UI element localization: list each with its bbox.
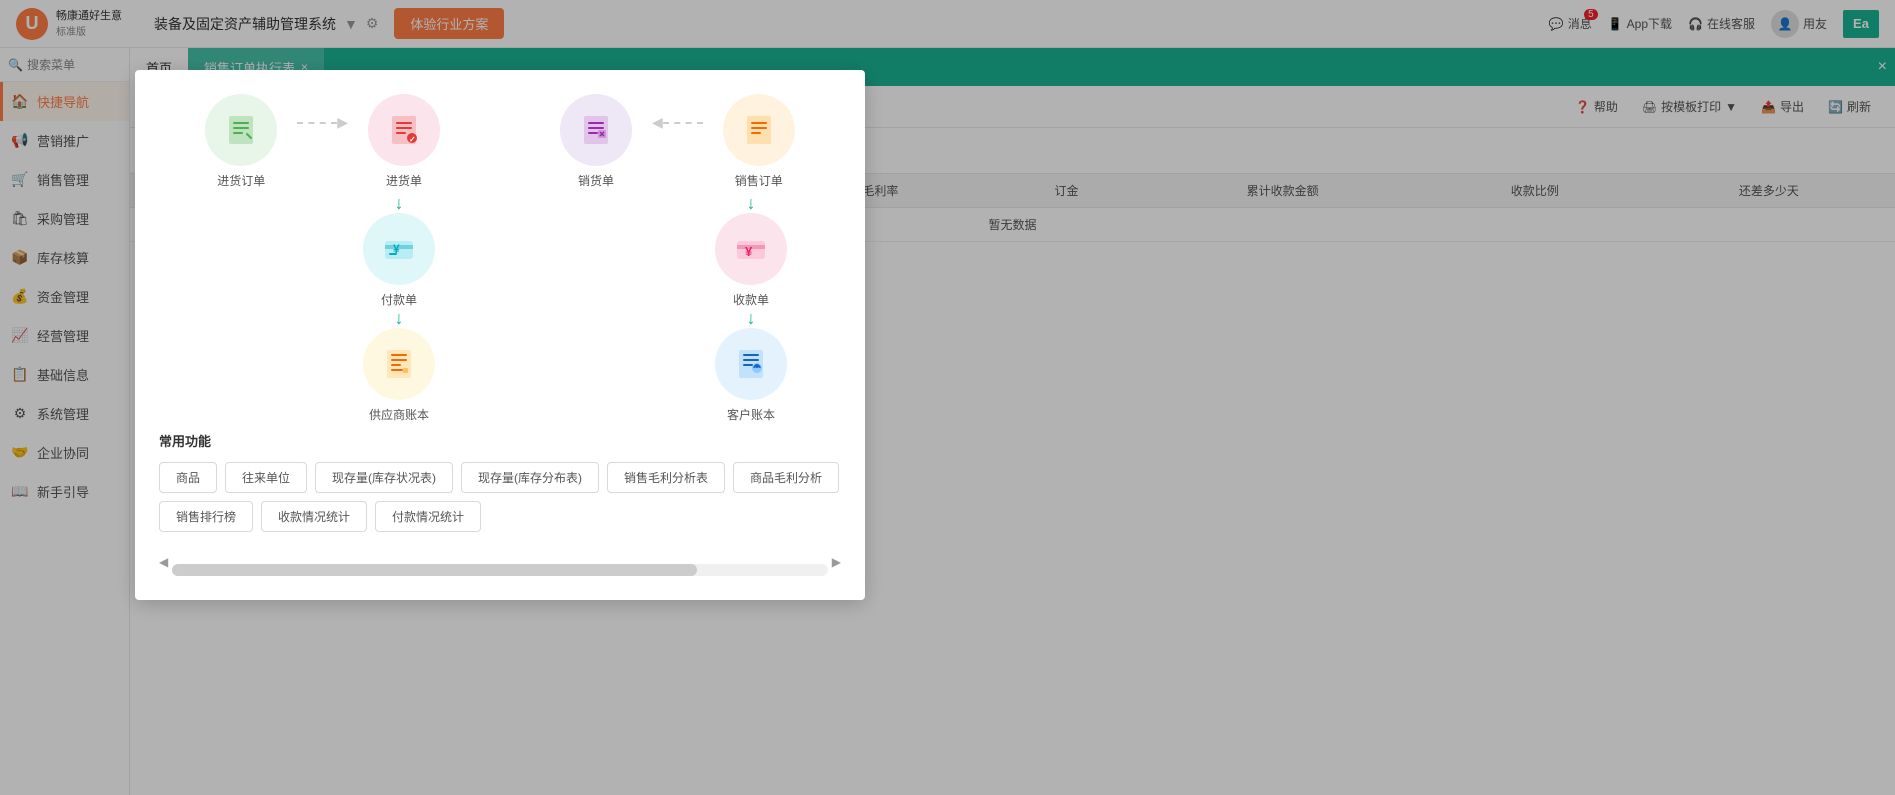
scrollbar-thumb xyxy=(172,564,696,576)
purchase-order-circle xyxy=(205,94,277,166)
supplier-account-circle xyxy=(363,328,435,400)
flow-node-receipt[interactable]: ¥ 收款单 xyxy=(715,213,787,308)
func-btn-product[interactable]: 商品 xyxy=(159,462,217,493)
sale-order-label: 销售订单 xyxy=(735,172,783,189)
arrow-down-purchase: ↓ xyxy=(395,193,404,213)
sale-order-icon xyxy=(741,112,777,148)
func-btn-receipt-stats[interactable]: 收款情况统计 xyxy=(261,501,367,532)
receipt-circle: ¥ xyxy=(715,213,787,285)
col-sale-bill-down: ↓ ¥ 收款单 ↓ xyxy=(695,193,807,423)
common-functions-section: 常用功能 商品 往来单位 现存量(库存状况表) 现存量(库存分布表) 销售毛利分… xyxy=(159,431,841,532)
sale-order-circle xyxy=(723,94,795,166)
customer-account-label: 客户账本 xyxy=(727,406,775,423)
arrow-sale-order-to-bill: ◀ xyxy=(652,114,703,131)
arrow-down-receipt: ↓ xyxy=(747,308,756,328)
receipt-icon: ¥ xyxy=(733,231,769,267)
modal-scrollbar[interactable] xyxy=(172,564,828,576)
payment-icon: ¥ xyxy=(381,231,417,267)
purchase-bill-label: 进货单 xyxy=(386,172,422,189)
scroll-left-btn[interactable]: ◀ xyxy=(159,555,168,569)
modal-scroll-container: ◀ ▶ xyxy=(159,548,841,576)
function-buttons-row1: 商品 往来单位 现存量(库存状况表) 现存量(库存分布表) 销售毛利分析表 商品… xyxy=(159,462,841,493)
func-btn-payment-stats[interactable]: 付款情况统计 xyxy=(375,501,481,532)
function-buttons-row2: 销售排行榜 收款情况统计 付款情况统计 xyxy=(159,501,841,532)
receipt-label: 收款单 xyxy=(733,291,769,308)
customer-account-circle xyxy=(715,328,787,400)
purchase-order-icon xyxy=(223,112,259,148)
flowchart-row1: 进货订单 ▶ ✓ xyxy=(159,94,841,189)
flow-node-customer-account[interactable]: 客户账本 xyxy=(715,328,787,423)
purchase-bill-icon: ✓ xyxy=(386,112,422,148)
flowchart-row2-arrows: ↓ ¥ 付款单 ↓ xyxy=(159,193,841,423)
flow-node-sale-bill[interactable]: 销货单 xyxy=(560,94,632,189)
func-btn-sales-rank[interactable]: 销售排行榜 xyxy=(159,501,253,532)
func-btn-stock-status[interactable]: 现存量(库存状况表) xyxy=(315,462,453,493)
flow-node-sale-order[interactable]: 销售订单 xyxy=(723,94,795,189)
arrow-down-payment: ↓ xyxy=(395,308,404,328)
scroll-right-btn[interactable]: ▶ xyxy=(832,555,841,569)
func-btn-stock-dist[interactable]: 现存量(库存分布表) xyxy=(461,462,599,493)
payment-circle: ¥ xyxy=(363,213,435,285)
modal-overlay: 进货订单 ▶ ✓ xyxy=(0,0,1895,795)
func-btn-sales-profit[interactable]: 销售毛利分析表 xyxy=(607,462,725,493)
svg-text:✓: ✓ xyxy=(409,135,416,144)
payment-label: 付款单 xyxy=(381,291,417,308)
app-container: U 畅康通好生意 标准版 装备及固定资产辅助管理系统 ▼ ⚙ 体验行业方案 💬 … xyxy=(0,0,1895,795)
arrow-purchase-to-bill: ▶ xyxy=(297,114,348,131)
func-btn-product-profit[interactable]: 商品毛利分析 xyxy=(733,462,839,493)
flow-node-supplier-account[interactable]: 供应商账本 xyxy=(363,328,435,423)
svg-text:¥: ¥ xyxy=(393,242,400,256)
flow-node-purchase-order[interactable]: 进货订单 xyxy=(205,94,277,189)
sale-bill-circle xyxy=(560,94,632,166)
svg-text:¥: ¥ xyxy=(745,244,753,259)
func-btn-partners[interactable]: 往来单位 xyxy=(225,462,307,493)
common-functions-title: 常用功能 xyxy=(159,431,841,450)
purchase-bill-circle: ✓ xyxy=(368,94,440,166)
flow-node-purchase-bill[interactable]: ✓ 进货单 xyxy=(368,94,440,189)
col-purchase-bill-down: ↓ ¥ 付款单 ↓ xyxy=(343,193,455,423)
flow-node-payment[interactable]: ¥ 付款单 xyxy=(363,213,435,308)
sale-bill-icon xyxy=(578,112,614,148)
sale-bill-label: 销货单 xyxy=(578,172,614,189)
supplier-account-icon xyxy=(381,346,417,382)
purchase-order-label: 进货订单 xyxy=(217,172,265,189)
quick-nav-modal: 进货订单 ▶ ✓ xyxy=(135,70,865,600)
arrow-down-sale-bill: ↓ xyxy=(747,193,756,213)
supplier-account-label: 供应商账本 xyxy=(369,406,429,423)
customer-account-icon xyxy=(733,346,769,382)
